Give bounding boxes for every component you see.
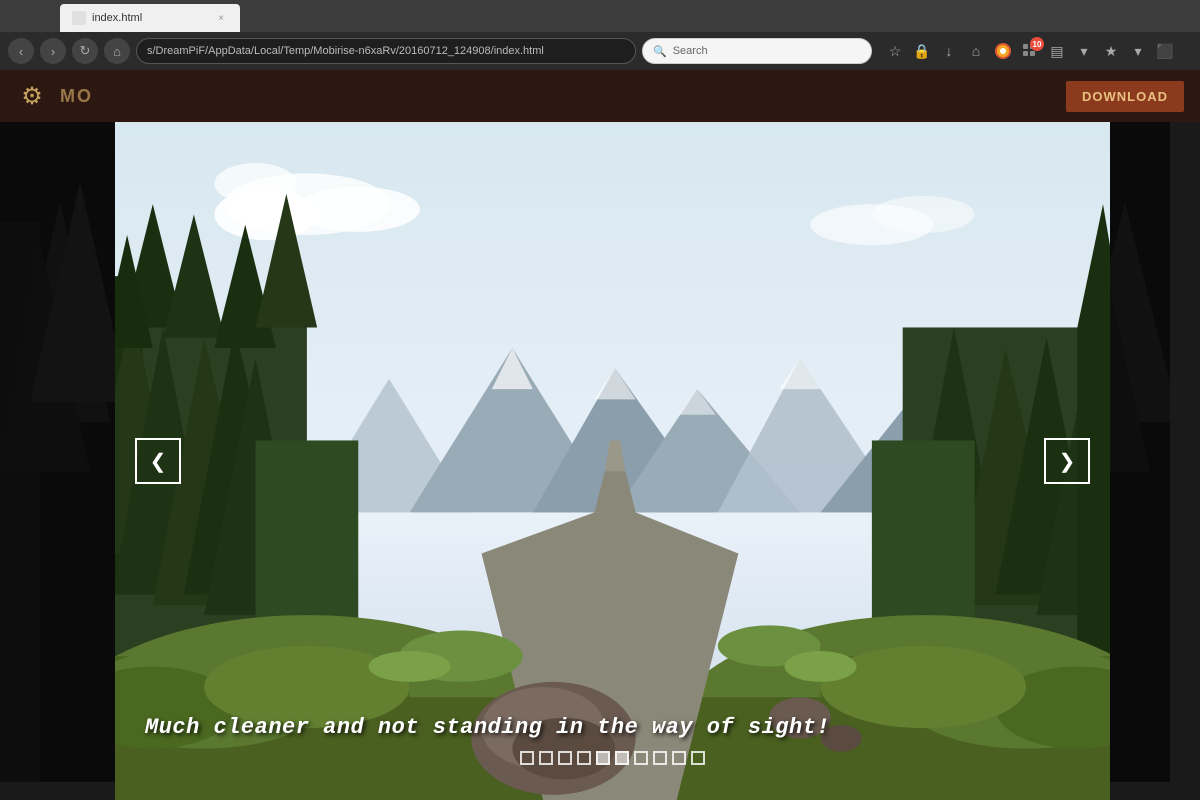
reload-button[interactable]: ↻ — [72, 38, 98, 64]
dropdown-arrow2-icon[interactable]: ▾ — [1127, 40, 1149, 62]
search-bar[interactable]: 🔍 Search — [642, 38, 872, 64]
slide-dot-10[interactable] — [691, 751, 705, 765]
forward-button[interactable]: › — [40, 38, 66, 64]
slide-dots — [115, 751, 1110, 765]
app-logo: MO — [60, 86, 93, 107]
download-icon[interactable]: ↓ — [938, 40, 960, 62]
duckduckgo-icon[interactable] — [992, 40, 1014, 62]
tab-favicon — [72, 11, 86, 25]
tab-bar: index.html × — [0, 0, 1200, 32]
settings-gear-icon[interactable]: ⚙ — [16, 80, 48, 112]
caption-text: Much cleaner and not standing in the way… — [145, 715, 830, 740]
address-bar-row: ‹ › ↻ ⌂ s/DreamPiF/AppData/Local/Temp/Mo… — [0, 32, 1200, 70]
slide-dot-7[interactable] — [634, 751, 648, 765]
next-slide-button[interactable]: ❯ — [1044, 438, 1090, 484]
search-input[interactable]: Search — [673, 45, 708, 57]
slide-dot-4[interactable] — [577, 751, 591, 765]
url-text: s/DreamPiF/AppData/Local/Temp/Mobirise-n… — [147, 45, 625, 57]
slide-caption: Much cleaner and not standing in the way… — [115, 715, 1110, 740]
home-icon[interactable]: ⌂ — [965, 40, 987, 62]
slide-dot-9[interactable] — [672, 751, 686, 765]
extension-icon[interactable]: ⬛ — [1154, 40, 1176, 62]
bookmark-star-icon[interactable]: ★ — [1100, 40, 1122, 62]
tab-close-button[interactable]: × — [214, 11, 228, 25]
star-icon[interactable]: ☆ — [884, 40, 906, 62]
prev-slide-button[interactable]: ❮ — [135, 438, 181, 484]
app-header: ⚙ MO DOWNLOAD — [0, 70, 1200, 122]
slide-dot-2[interactable] — [539, 751, 553, 765]
menu-icon[interactable]: ▤ — [1046, 40, 1068, 62]
browser-chrome: index.html × ‹ › ↻ ⌂ s/DreamPiF/AppData/… — [0, 0, 1200, 70]
tab-title: index.html — [92, 12, 208, 24]
app-container: ⚙ MO DOWNLOAD — [0, 70, 1200, 800]
slider-scene-svg — [115, 122, 1110, 800]
slide-dot-8[interactable] — [653, 751, 667, 765]
slide-dot-3[interactable] — [558, 751, 572, 765]
home-button[interactable]: ⌂ — [104, 38, 130, 64]
address-bar[interactable]: s/DreamPiF/AppData/Local/Temp/Mobirise-n… — [136, 38, 636, 64]
browser-tab[interactable]: index.html × — [60, 4, 240, 32]
left-side-panel — [0, 122, 120, 800]
dropdown-arrow-icon[interactable]: ▾ — [1073, 40, 1095, 62]
back-button[interactable]: ‹ — [8, 38, 34, 64]
slide-dot-6[interactable] — [615, 751, 629, 765]
main-content: ❮ ❯ Much cleaner and not standing in the… — [0, 122, 1200, 800]
shield-icon[interactable]: 🔒 — [911, 40, 933, 62]
image-slider: ❮ ❯ Much cleaner and not standing in the… — [115, 122, 1110, 800]
duckduckgo-logo — [994, 42, 1012, 60]
search-icon: 🔍 — [653, 45, 667, 58]
apps-grid-icon[interactable]: 10 — [1019, 40, 1041, 62]
notification-badge: 10 — [1030, 37, 1044, 51]
slide-dot-5[interactable] — [596, 751, 610, 765]
toolbar-icons: ☆ 🔒 ↓ ⌂ 10 ▤ ▾ — [884, 40, 1176, 62]
next-arrow-icon: ❯ — [1059, 449, 1076, 474]
slide-dot-1[interactable] — [520, 751, 534, 765]
download-button[interactable]: DOWNLOAD — [1066, 81, 1184, 112]
prev-arrow-icon: ❮ — [150, 449, 167, 474]
left-forest-svg — [0, 122, 120, 782]
